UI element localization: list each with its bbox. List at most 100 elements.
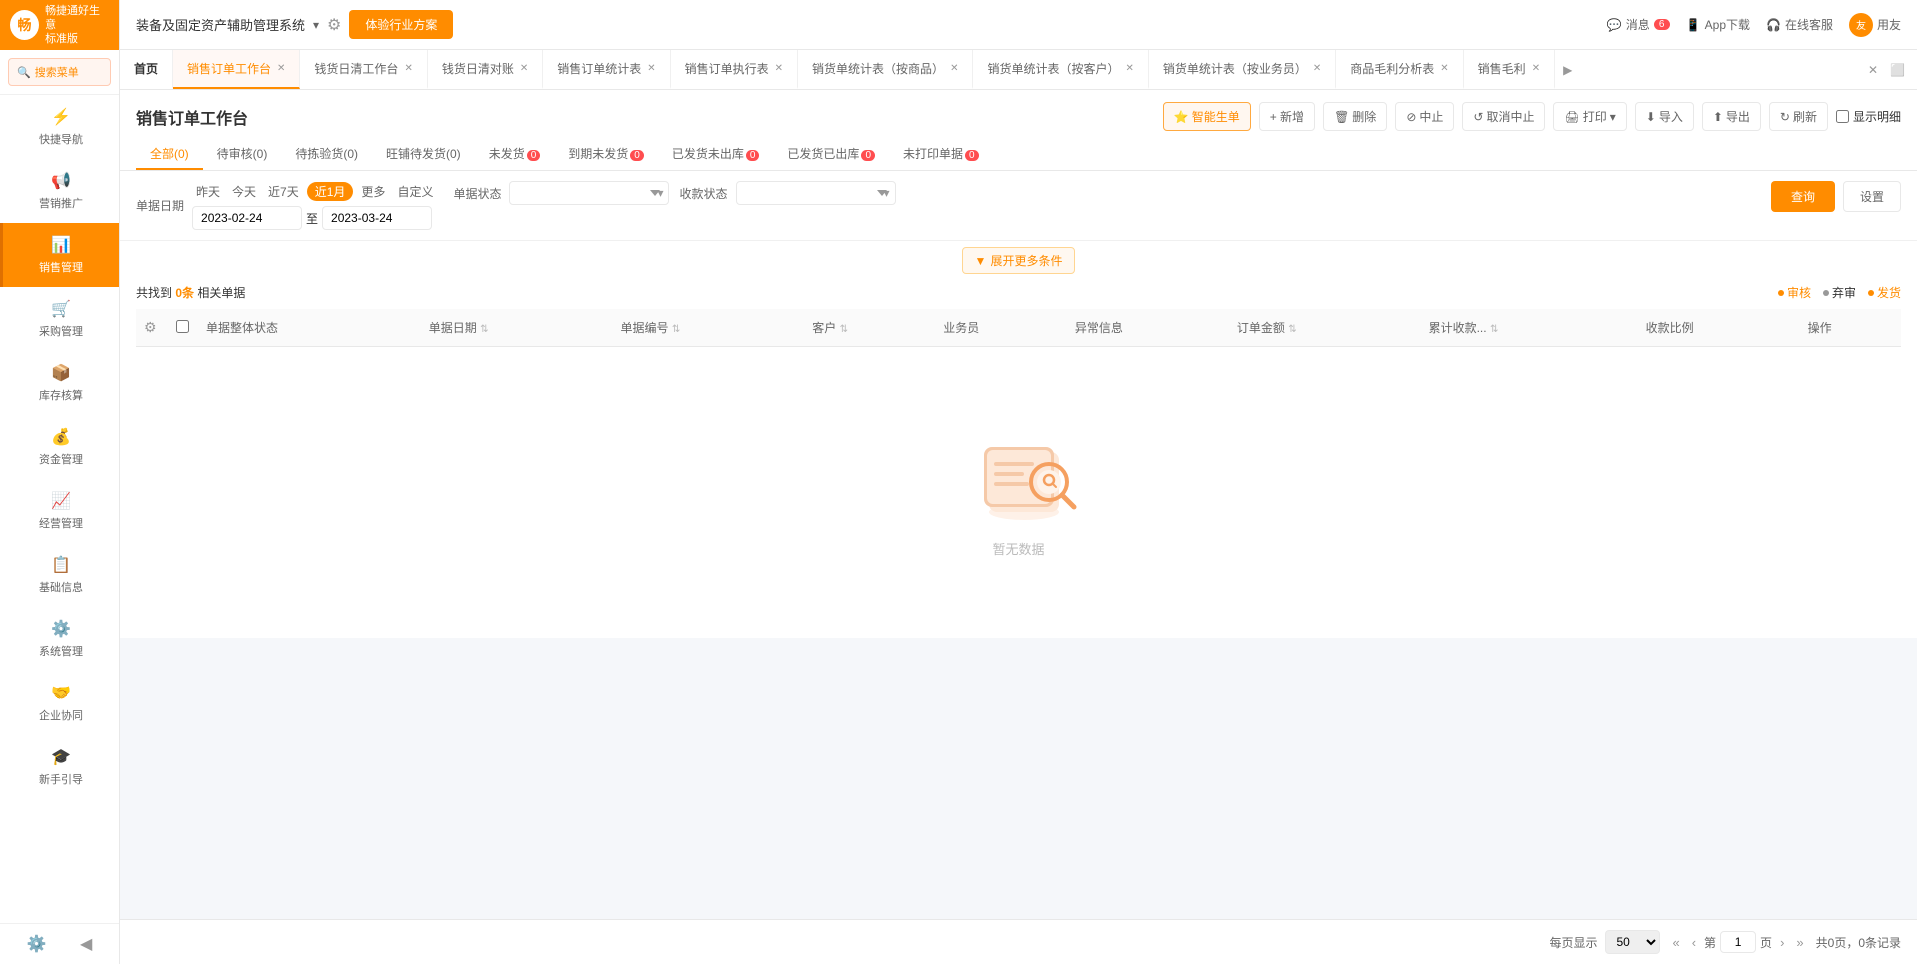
filter-tab-pending-review[interactable]: 待审核(0) [203, 139, 282, 170]
tab-maximize-button[interactable]: ⬜ [1886, 61, 1909, 79]
date-to-input[interactable] [322, 206, 432, 230]
filter-tab-pending-inspect[interactable]: 待拣验货(0) [281, 139, 372, 170]
table-settings-icon[interactable]: ⚙ [144, 319, 157, 335]
sidebar-item-marketing[interactable]: 📢 营销推广 [0, 159, 119, 223]
refresh-button[interactable]: ↻ 刷新 [1769, 102, 1828, 131]
sidebar-item-sales[interactable]: 📊 销售管理 [0, 223, 119, 287]
tab-home[interactable]: 首页 [120, 50, 173, 89]
smart-create-button[interactable]: ⭐ 智能生单 [1163, 102, 1251, 131]
expand-button[interactable]: ▼ 展开更多条件 [962, 247, 1076, 274]
last-page-button[interactable]: » [1792, 933, 1807, 952]
tab-product-margin[interactable]: 商品毛利分析表 ✕ [1336, 50, 1463, 89]
tab-sales-by-staff[interactable]: 销货单统计表（按业务员） ✕ [1149, 50, 1336, 89]
filter-tab-shipped-out[interactable]: 已发货已出库0 [773, 139, 889, 170]
yesterday-shortcut[interactable]: 昨天 [192, 181, 224, 202]
tab-sales-stats[interactable]: 销售订单统计表 ✕ [543, 50, 670, 89]
tab-sales-by-customer[interactable]: 销货单统计表（按客户） ✕ [973, 50, 1148, 89]
add-button[interactable]: + 新增 [1259, 102, 1315, 131]
tab-close-cash-reconcile[interactable]: ✕ [520, 63, 528, 74]
online-service-button[interactable]: 🎧 在线客服 [1766, 16, 1833, 33]
per-page-select[interactable]: 50 10 20 100 [1605, 930, 1660, 954]
sidebar: 畅 畅捷通好生意 标准版 🔍 搜索菜单 ⚡ 快捷导航 📢 营销推广 📊 销售管理… [0, 0, 120, 964]
app-download-button[interactable]: 📱 App下载 [1686, 16, 1750, 33]
date-from-input[interactable] [192, 206, 302, 230]
tab-close-product-margin[interactable]: ✕ [1440, 63, 1448, 74]
filter-tab-overdue[interactable]: 到期未发货0 [554, 139, 658, 170]
collapse-sidebar-icon[interactable]: ◀ [80, 934, 92, 954]
tab-close-sales-profit[interactable]: ✕ [1532, 63, 1540, 74]
tab-cash-reconcile[interactable]: 钱货日清对账 ✕ [428, 50, 543, 89]
set-button[interactable]: 设置 [1843, 181, 1901, 212]
import-button[interactable]: ⬇ 导入 [1635, 102, 1694, 131]
cancel-stop-button[interactable]: ↺ 取消中止 [1462, 102, 1545, 131]
next-page-button[interactable]: › [1776, 933, 1788, 952]
more-shortcut[interactable]: 更多 [357, 181, 389, 202]
import-icon: ⬇ [1646, 110, 1656, 124]
cancel-review-action[interactable]: 弃审 [1823, 284, 1856, 301]
show-detail-checkbox[interactable] [1836, 110, 1849, 123]
tab-close-sales-by-staff[interactable]: ✕ [1313, 63, 1321, 74]
stop-button[interactable]: ⊘ 中止 [1395, 102, 1454, 131]
sidebar-item-inventory[interactable]: 📦 库存核算 [0, 351, 119, 415]
chevron-right-icon: ▶ [1563, 63, 1572, 77]
delete-button[interactable]: 🗑 删除 [1323, 102, 1387, 131]
user-menu-button[interactable]: 友 用友 [1849, 13, 1901, 37]
today-shortcut[interactable]: 今天 [228, 181, 260, 202]
search-menu-button[interactable]: 🔍 搜索菜单 [8, 58, 111, 86]
review-action[interactable]: 审核 [1778, 284, 1811, 301]
topbar-gear-icon[interactable]: ⚙ [327, 15, 341, 35]
topbar-left: 装备及固定资产辅助管理系统 ▾ ⚙ 体验行业方案 [136, 10, 453, 39]
tab-close-sales-stats[interactable]: ✕ [647, 63, 655, 74]
print-button[interactable]: 🖨 打印 ▾ [1553, 102, 1626, 131]
select-all-checkbox[interactable] [176, 320, 189, 333]
solution-button[interactable]: 体验行业方案 [349, 10, 453, 39]
export-button[interactable]: ⬆ 导出 [1702, 102, 1761, 131]
status-select[interactable] [509, 181, 669, 205]
collected-sort-icon[interactable]: ⇅ [1490, 324, 1498, 335]
filter-tab-all[interactable]: 全部(0) [136, 139, 203, 170]
sidebar-item-quick[interactable]: ⚡ 快捷导航 [0, 95, 119, 159]
tab-close-sales-workbench[interactable]: ✕ [277, 63, 285, 74]
tab-close-sales-by-customer[interactable]: ✕ [1125, 63, 1133, 74]
th-number: 单据编号 ⇅ [612, 309, 804, 347]
number-sort-icon[interactable]: ⇅ [672, 324, 680, 335]
quick-icon: ⚡ [51, 107, 71, 127]
show-detail-toggle[interactable]: 显示明细 [1836, 108, 1901, 125]
last-month-shortcut[interactable]: 近1月 [307, 182, 354, 201]
sidebar-item-basic[interactable]: 📋 基础信息 [0, 543, 119, 607]
tab-close-cash-daily[interactable]: ✕ [404, 63, 412, 74]
prev-page-button[interactable]: ‹ [1688, 933, 1700, 952]
payment-select[interactable] [736, 181, 896, 205]
first-page-button[interactable]: « [1668, 933, 1683, 952]
last7-shortcut[interactable]: 近7天 [264, 181, 303, 202]
filter-tab-not-printed[interactable]: 未打印单据0 [889, 139, 993, 170]
system-dropdown[interactable]: ▾ [313, 18, 319, 32]
sidebar-item-coop[interactable]: 🤝 企业协同 [0, 671, 119, 735]
tab-close-sales-by-product[interactable]: ✕ [950, 63, 958, 74]
filter-tab-shipped-not-out[interactable]: 已发货未出库0 [658, 139, 774, 170]
messages-button[interactable]: 💬 消息 6 [1607, 16, 1670, 33]
tab-close-all-button[interactable]: ✕ [1864, 61, 1882, 79]
tabs-more-button[interactable]: ▶ [1555, 63, 1580, 77]
sidebar-item-finance[interactable]: 💰 资金管理 [0, 415, 119, 479]
query-button[interactable]: 查询 [1771, 181, 1835, 212]
tab-sales-profit[interactable]: 销售毛利 ✕ [1464, 50, 1555, 89]
date-sort-icon[interactable]: ⇅ [480, 324, 488, 335]
tab-sales-exec[interactable]: 销售订单执行表 ✕ [671, 50, 798, 89]
filter-tab-not-shipped[interactable]: 未发货0 [475, 139, 555, 170]
sidebar-item-purchase[interactable]: 🛒 采购管理 [0, 287, 119, 351]
page-input[interactable] [1720, 931, 1756, 953]
sidebar-item-guide[interactable]: 🎓 新手引导 [0, 735, 119, 799]
tab-sales-workbench[interactable]: 销售订单工作台 ✕ [173, 50, 300, 89]
sidebar-item-system[interactable]: ⚙️ 系统管理 [0, 607, 119, 671]
filter-tab-wangpu[interactable]: 旺铺待发货(0) [372, 139, 475, 170]
tab-sales-by-product[interactable]: 销货单统计表（按商品） ✕ [798, 50, 973, 89]
amount-sort-icon[interactable]: ⇅ [1288, 324, 1296, 335]
sidebar-item-operation[interactable]: 📈 经营管理 [0, 479, 119, 543]
tab-close-sales-exec[interactable]: ✕ [775, 63, 783, 74]
settings-bottom-icon[interactable]: ⚙️ [27, 934, 47, 954]
customer-sort-icon[interactable]: ⇅ [840, 324, 848, 335]
ship-action[interactable]: 发货 [1868, 284, 1901, 301]
custom-shortcut[interactable]: 自定义 [393, 181, 437, 202]
tab-cash-daily[interactable]: 钱货日清工作台 ✕ [300, 50, 427, 89]
